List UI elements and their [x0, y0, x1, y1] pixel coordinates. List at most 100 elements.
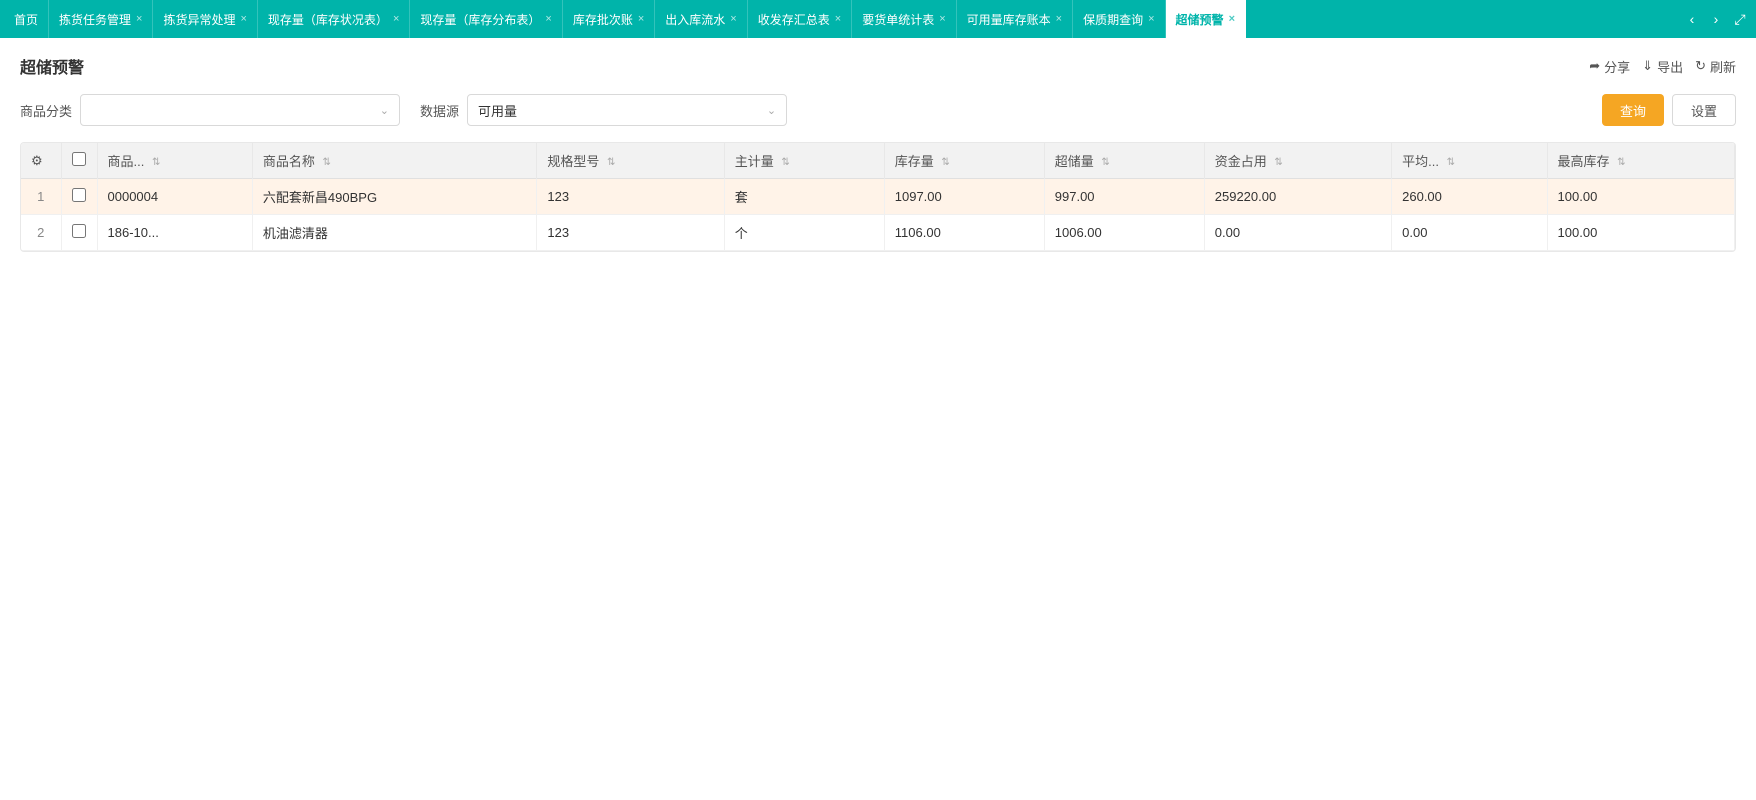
nav-tab-abnormal[interactable]: 拣货异常处理×	[153, 0, 257, 38]
avg-cell: 260.00	[1392, 179, 1547, 215]
top-nav: 首页拣货任务管理×拣货异常处理×现存量（库存状况表）×现存量（库存分布表）×库存…	[0, 0, 1756, 38]
category-chevron-icon: ⌄	[380, 104, 389, 117]
th-stock: 库存量 ⇅	[884, 143, 1044, 179]
nav-next-button[interactable]: ›	[1704, 0, 1728, 38]
spec-cell: 123	[537, 215, 724, 251]
th-spec: 规格型号 ⇅	[537, 143, 724, 179]
tab-close-icon[interactable]: ×	[1148, 13, 1154, 25]
overstock-cell: 997.00	[1044, 179, 1204, 215]
nav-tab-batch[interactable]: 库存批次账×	[563, 0, 655, 38]
row-checkbox-cell	[61, 215, 97, 251]
sort-icon: ⇅	[1101, 157, 1109, 168]
sort-icon: ⇅	[1447, 157, 1455, 168]
tab-close-icon[interactable]: ×	[835, 13, 841, 25]
nav-tab-inout-flow[interactable]: 出入库流水×	[655, 0, 747, 38]
nav-tab-available-ledger[interactable]: 可用量库存账本×	[957, 0, 1073, 38]
nav-tab-expiry[interactable]: 保质期查询×	[1073, 0, 1165, 38]
sort-icon: ⇅	[607, 157, 615, 168]
row-index: 1	[21, 179, 61, 215]
tab-close-icon[interactable]: ×	[638, 13, 644, 25]
export-action[interactable]: ⇓ 导出	[1642, 57, 1683, 76]
refresh-action[interactable]: ↻ 刷新	[1695, 57, 1736, 76]
filter-actions: 查询 设置	[1602, 94, 1736, 126]
max-stock-cell: 100.00	[1547, 215, 1734, 251]
header-checkbox[interactable]	[72, 152, 86, 166]
nav-tab-order-stat[interactable]: 要货单统计表×	[852, 0, 956, 38]
row-index: 2	[21, 215, 61, 251]
datasource-label: 数据源	[420, 101, 459, 120]
page-header: 超储预警 ➦ 分享 ⇓ 导出 ↻ 刷新	[20, 54, 1736, 78]
th-capital: 资金占用 ⇅	[1204, 143, 1391, 179]
stock-cell: 1097.00	[884, 179, 1044, 215]
table-row: 2186-10...机油滤清器123个1106.001006.000.000.0…	[21, 215, 1735, 251]
th-checkbox	[61, 143, 97, 179]
export-icon: ⇓	[1642, 58, 1653, 74]
datasource-filter: 数据源 可用量 ⌄	[420, 94, 787, 126]
page-title: 超储预警	[20, 54, 84, 78]
overstock-cell: 1006.00	[1044, 215, 1204, 251]
refresh-label: 刷新	[1710, 57, 1736, 76]
product-code-cell: 0000004	[97, 179, 252, 215]
unit-cell: 个	[724, 215, 884, 251]
row-checkbox[interactable]	[72, 224, 86, 238]
category-filter: 商品分类 ⌄	[20, 94, 400, 126]
spec-cell: 123	[537, 179, 724, 215]
row-checkbox[interactable]	[72, 188, 86, 202]
settings-button[interactable]: 设置	[1672, 94, 1736, 126]
tab-close-icon[interactable]: ×	[1229, 13, 1235, 25]
sort-icon: ⇅	[781, 157, 789, 168]
row-checkbox-cell	[61, 179, 97, 215]
product-name-cell: 六配套新昌490BPG	[252, 179, 536, 215]
th-unit: 主计量 ⇅	[724, 143, 884, 179]
tab-close-icon[interactable]: ×	[393, 13, 399, 25]
tab-close-icon[interactable]: ×	[545, 13, 551, 25]
nav-arrows: ‹ › ⤢	[1680, 0, 1752, 38]
datasource-select[interactable]: 可用量 ⌄	[467, 94, 787, 126]
nav-prev-button[interactable]: ‹	[1680, 0, 1704, 38]
share-action[interactable]: ➦ 分享	[1589, 57, 1630, 76]
table-body: 1 0000004六配套新昌490BPG123套1097.00997.002592…	[21, 179, 1735, 251]
export-label: 导出	[1657, 57, 1683, 76]
nav-tab-task-mgmt[interactable]: 拣货任务管理×	[49, 0, 153, 38]
header-actions: ➦ 分享 ⇓ 导出 ↻ 刷新	[1589, 57, 1736, 76]
query-button[interactable]: 查询	[1602, 94, 1664, 126]
datasource-chevron-icon: ⌄	[767, 104, 776, 117]
category-select[interactable]: ⌄	[80, 94, 400, 126]
stock-cell: 1106.00	[884, 215, 1044, 251]
th-product-code: 商品... ⇅	[97, 143, 252, 179]
sort-icon: ⇅	[1274, 157, 1282, 168]
th-product-name: 商品名称 ⇅	[252, 143, 536, 179]
nav-tab-overstock-warning[interactable]: 超储预警×	[1166, 0, 1246, 38]
share-label: 分享	[1604, 57, 1630, 76]
refresh-icon: ↻	[1695, 58, 1706, 74]
capital-cell: 259220.00	[1204, 179, 1391, 215]
product-code-cell: 186-10...	[97, 215, 252, 251]
nav-tab-stock-dist[interactable]: 现存量（库存分布表）×	[410, 0, 562, 38]
tab-close-icon[interactable]: ×	[939, 13, 945, 25]
nav-tab-home[interactable]: 首页	[4, 0, 49, 38]
tab-close-icon[interactable]: ×	[136, 13, 142, 25]
th-overstock: 超储量 ⇅	[1044, 143, 1204, 179]
datasource-value: 可用量	[478, 101, 517, 120]
capital-cell: 0.00	[1204, 215, 1391, 251]
sort-icon: ⇅	[152, 157, 160, 168]
product-name-cell: 机油滤清器	[252, 215, 536, 251]
nav-expand-button[interactable]: ⤢	[1728, 0, 1752, 38]
tab-close-icon[interactable]: ×	[1056, 13, 1062, 25]
nav-tab-stock-status[interactable]: 现存量（库存状况表）×	[258, 0, 410, 38]
table-header-row: ⚙ 商品... ⇅商品名称 ⇅规格型号 ⇅主计量 ⇅库存量 ⇅超储量 ⇅资金占用 …	[21, 143, 1735, 179]
nav-tab-collect-summary[interactable]: 收发存汇总表×	[748, 0, 852, 38]
th-avg: 平均... ⇅	[1392, 143, 1547, 179]
unit-cell: 套	[724, 179, 884, 215]
share-icon: ➦	[1589, 58, 1600, 74]
th-settings-icon[interactable]: ⚙	[21, 143, 61, 179]
tab-close-icon[interactable]: ×	[240, 13, 246, 25]
page-content: 超储预警 ➦ 分享 ⇓ 导出 ↻ 刷新 商品分类 ⌄ 数据源	[0, 38, 1756, 800]
data-table-container: ⚙ 商品... ⇅商品名称 ⇅规格型号 ⇅主计量 ⇅库存量 ⇅超储量 ⇅资金占用 …	[20, 142, 1736, 252]
sort-icon: ⇅	[941, 157, 949, 168]
sort-icon: ⇅	[323, 157, 331, 168]
max-stock-cell: 100.00	[1547, 179, 1734, 215]
tab-close-icon[interactable]: ×	[730, 13, 736, 25]
table-row: 1 0000004六配套新昌490BPG123套1097.00997.002592…	[21, 179, 1735, 215]
sort-icon: ⇅	[1617, 157, 1625, 168]
